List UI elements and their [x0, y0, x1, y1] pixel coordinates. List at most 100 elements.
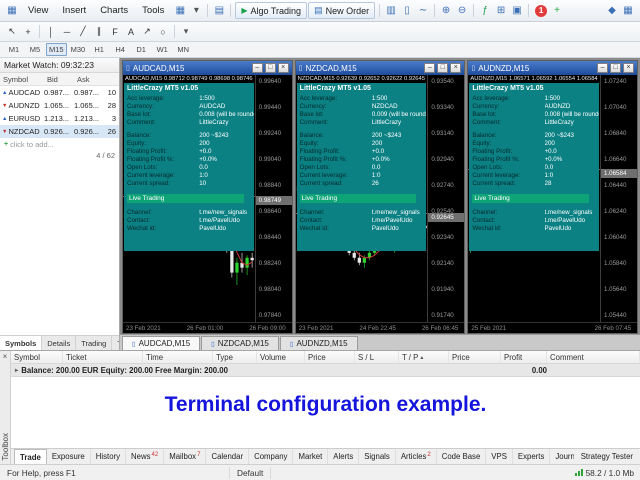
minimize-icon[interactable]: – [424, 63, 435, 73]
market-watch-row[interactable]: ▼AUDNZD1.065...1.065...28 [0, 99, 119, 112]
timeframe-d1[interactable]: D1 [131, 43, 151, 56]
restore-icon[interactable]: □ [610, 63, 621, 73]
fibonacci-icon[interactable]: F [107, 24, 123, 40]
chart-tab-nzdcad-m15[interactable]: ▯NZDCAD,M15 [201, 336, 279, 350]
click-to-add-row[interactable]: + click to add... [0, 138, 119, 151]
chart-window-titlebar[interactable]: ▯NZDCAD,M15–□× [296, 61, 465, 75]
profiles-icon[interactable]: ▤ [211, 3, 227, 19]
toolbox-tab-journal[interactable]: Journal [550, 449, 573, 464]
chart-plot[interactable]: NZDCAD,M15 0.92639 0.92652 0.92622 0.926… [296, 75, 428, 322]
new-chart-dropdown-icon[interactable]: ▾ [188, 3, 204, 19]
restore-icon[interactable]: □ [437, 63, 448, 73]
vertical-line-icon[interactable]: │ [43, 24, 59, 40]
chart-tab-audcad-m15[interactable]: ▯AUDCAD,M15 [122, 336, 200, 350]
column-header-sl[interactable]: S / L [355, 351, 399, 363]
market-watch-row[interactable]: ▼NZDCAD0.926...0.926...26 [0, 125, 119, 138]
timeframe-h1[interactable]: H1 [89, 43, 109, 56]
chart-tab-audnzd-m15[interactable]: ▯AUDNZD,M15 [280, 336, 358, 350]
timeframe-mn[interactable]: MN [173, 43, 193, 56]
chart-plot[interactable]: AUDCAD,M15 0.98712 0.98749 0.98698 0.987… [123, 75, 255, 322]
timeframe-h4[interactable]: H4 [110, 43, 130, 56]
data-window-icon[interactable]: ▣ [509, 3, 525, 19]
column-header-symbol[interactable]: Symbol [0, 75, 44, 84]
horizontal-line-icon[interactable]: ─ [59, 24, 75, 40]
menu-view[interactable]: View [21, 2, 55, 19]
zoom-out-icon[interactable]: ⊖ [454, 3, 470, 19]
column-header-ticket[interactable]: Ticket [63, 351, 143, 363]
column-header-profit[interactable]: Profit [501, 351, 547, 363]
menu-tools[interactable]: Tools [135, 2, 171, 19]
chart-plot[interactable]: AUDNZD,M15 1.06571 1.06592 1.06554 1.065… [468, 75, 600, 322]
toolbox-tab-mailbox[interactable]: Mailbox7 [164, 449, 206, 464]
timeframe-m1[interactable]: M1 [4, 43, 24, 56]
toolbox-tab-market[interactable]: Market [293, 449, 328, 464]
menu-charts[interactable]: Charts [93, 2, 135, 19]
text-icon[interactable]: A [123, 24, 139, 40]
close-icon[interactable]: × [450, 63, 461, 73]
toolbox-tab-exposure[interactable]: Exposure [47, 449, 91, 464]
notifications-badge[interactable]: 1 [535, 5, 547, 17]
toolbox-tab-company[interactable]: Company [249, 449, 293, 464]
toolbox-tab-news[interactable]: News42 [126, 449, 164, 464]
chart-candles-icon[interactable]: ▯ [399, 3, 415, 19]
shapes-icon[interactable]: ○ [155, 24, 171, 40]
chart-bars-icon[interactable]: ▥ [383, 3, 399, 19]
column-header-type[interactable]: Type [213, 351, 257, 363]
market-watch-row[interactable]: ▲AUDCAD0.987...0.987...10 [0, 86, 119, 99]
toolbox-tab-calendar[interactable]: Calendar [206, 449, 249, 464]
market-watch-tab-details[interactable]: Details [42, 336, 76, 350]
strategy-tester-button[interactable]: Strategy Tester [574, 452, 640, 461]
toolbox-tab-experts[interactable]: Experts [513, 449, 550, 464]
minimize-icon[interactable]: – [597, 63, 608, 73]
close-icon[interactable]: × [623, 63, 634, 73]
timeframe-w1[interactable]: W1 [152, 43, 172, 56]
toolbox-tab-signals[interactable]: Signals [359, 449, 396, 464]
market-watch-row[interactable]: ▲EURUSD1.213...1.213...3 [0, 112, 119, 125]
column-header-ask[interactable]: Ask [74, 75, 104, 84]
new-chart-icon[interactable]: ▦ [172, 3, 188, 19]
minimize-icon[interactable]: – [252, 63, 263, 73]
timeframe-m5[interactable]: M5 [25, 43, 45, 56]
column-header-price[interactable]: Price [449, 351, 501, 363]
collapse-icon[interactable]: ▸ [11, 366, 21, 374]
column-header-price[interactable]: Price [305, 351, 355, 363]
balance-row[interactable]: ▸ Balance: 200.00 EUR Equity: 200.00 Fre… [11, 364, 640, 377]
toolbox-tab-code-base[interactable]: Code Base [437, 449, 487, 464]
column-header-comment[interactable]: Comment [547, 351, 640, 363]
restore-icon[interactable]: □ [265, 63, 276, 73]
trendline-icon[interactable]: ╱ [75, 24, 91, 40]
toolbox-tab-vps[interactable]: VPS [486, 449, 513, 464]
column-header-volume[interactable]: Volume [257, 351, 305, 363]
more-tools-icon[interactable]: ▾ [178, 24, 194, 40]
chart-line-icon[interactable]: ∼ [415, 3, 431, 19]
column-header-symbol[interactable]: Symbol [11, 351, 63, 363]
column-header-tp[interactable]: T / P▴ [399, 351, 449, 363]
toolbox-tab-alerts[interactable]: Alerts [328, 449, 359, 464]
menu-insert[interactable]: Insert [55, 2, 93, 19]
timeframe-m15[interactable]: M15 [46, 43, 67, 56]
zoom-in-icon[interactable]: ⊕ [438, 3, 454, 19]
market-watch-tab-symbols[interactable]: Symbols [0, 336, 42, 350]
add-account-icon[interactable]: + [549, 3, 565, 19]
status-profile[interactable]: Default [230, 467, 271, 479]
community-icon[interactable]: ◆ [604, 3, 620, 19]
toolbox-tab-history[interactable]: History [91, 449, 126, 464]
close-icon[interactable]: × [278, 63, 289, 73]
column-header-bid[interactable]: Bid [44, 75, 74, 84]
app-icon[interactable]: ▦ [4, 3, 20, 19]
close-icon[interactable]: × [3, 352, 8, 362]
column-header-time[interactable]: Time [143, 351, 213, 363]
chart-window-titlebar[interactable]: ▯AUDCAD,M15–□× [123, 61, 292, 75]
market-watch-tab-trading[interactable]: Trading [76, 336, 112, 350]
indicators-icon[interactable]: ƒ [477, 3, 493, 19]
new-order-button[interactable]: ▤ New Order [308, 2, 375, 19]
channel-icon[interactable]: ∥ [91, 24, 107, 40]
toolbox-tab-articles[interactable]: Articles2 [396, 449, 437, 464]
arrow-icon[interactable]: ↗ [139, 24, 155, 40]
crosshair-icon[interactable]: + [20, 24, 36, 40]
connection-status[interactable]: 58.2 / 1.0 Mb [569, 468, 640, 478]
cursor-icon[interactable]: ↖ [4, 24, 20, 40]
timeframe-m30[interactable]: M30 [68, 43, 89, 56]
market-watch-tab-ticks[interactable]: Ticks [112, 336, 119, 350]
chart-window-titlebar[interactable]: ▯AUDNZD,M15–□× [468, 61, 637, 75]
